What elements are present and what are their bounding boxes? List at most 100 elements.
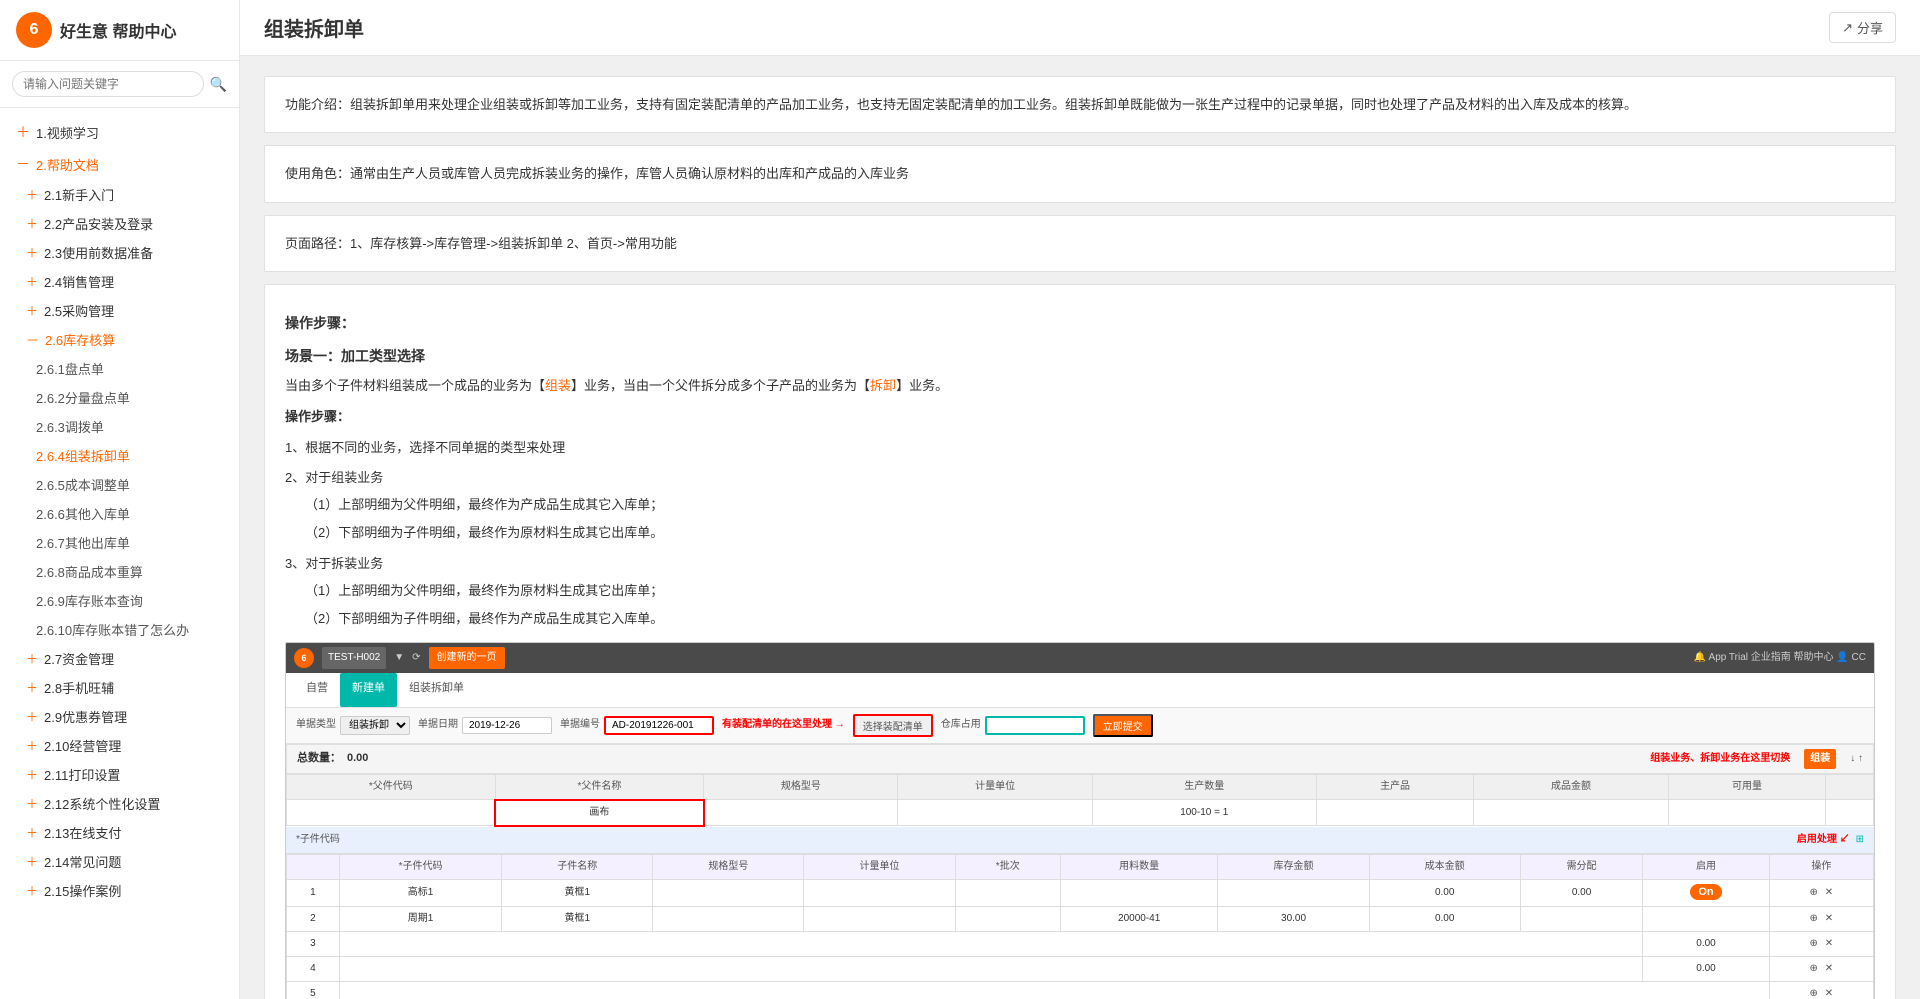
- sidebar: 6 好生意 帮助中心 🔍 ＋ 1.视频学习 － 2.帮助文档 ＋ 2.1新手入门…: [0, 0, 240, 999]
- inner-sub-td-code: 周期1: [339, 906, 501, 931]
- sidebar-item-2-11[interactable]: ＋ 2.11打印设置: [0, 760, 239, 789]
- inner-sub-count: *子件代码: [296, 831, 340, 849]
- sidebar-leaf-2-6-6[interactable]: 2.6.6其他入库单: [0, 499, 239, 528]
- inner-sub-th-ops: 操作: [1769, 854, 1873, 879]
- delete-icon[interactable]: ✕: [1825, 988, 1833, 999]
- sidebar-leaf-2-6-9[interactable]: 2.6.9库存账本查询: [0, 586, 239, 615]
- inner-td-name[interactable]: 画布: [495, 800, 704, 826]
- plus-icon: ＋: [26, 273, 38, 290]
- inner-sub-td-spec: [653, 879, 804, 906]
- sidebar-item-2-5[interactable]: ＋ 2.5采购管理: [0, 296, 239, 325]
- inner-nav: 自营 新建单 组装拆卸单: [286, 673, 1874, 708]
- copy-icon[interactable]: ⊕: [1810, 938, 1818, 949]
- copy-icon[interactable]: ⊕: [1810, 988, 1818, 999]
- sidebar-item-2-10[interactable]: ＋ 2.10经营管理: [0, 731, 239, 760]
- inner-th-amount: 成品金额: [1474, 774, 1668, 800]
- inner-section-ops: ↓ ↑: [1850, 750, 1863, 768]
- sidebar-item-video[interactable]: ＋ 1.视频学习: [0, 116, 239, 148]
- delete-icon[interactable]: ✕: [1825, 913, 1833, 924]
- sidebar-nav: ＋ 1.视频学习 － 2.帮助文档 ＋ 2.1新手入门 ＋ 2.2产品安装及登录…: [0, 108, 239, 999]
- sidebar-item-help-docs[interactable]: － 2.帮助文档: [0, 148, 239, 180]
- sidebar-item-2-15[interactable]: ＋ 2.15操作案例: [0, 876, 239, 905]
- inner-doc-type-select[interactable]: 组装拆卸: [340, 716, 410, 735]
- role-text: 使用角色：通常由生产人员或库管人员完成拆装业务的操作，库管人员确认原材料的出库和…: [285, 166, 909, 181]
- inner-td-available: [1668, 800, 1826, 826]
- inner-sub-td-spec: [653, 906, 804, 931]
- inner-th-code: *父件代码: [287, 774, 496, 800]
- ops-steps-title2: 操作步骤：: [285, 405, 1875, 428]
- sidebar-leaf-2-6-5[interactable]: 2.6.5成本调整单: [0, 470, 239, 499]
- inner-app-new-btn[interactable]: 创建新的一页: [429, 647, 505, 669]
- page-title: 组装拆卸单: [264, 13, 364, 42]
- delete-icon[interactable]: ✕: [1825, 938, 1833, 949]
- sidebar-item-label: 2.2产品安装及登录: [44, 214, 153, 233]
- inner-date-input[interactable]: [462, 717, 552, 734]
- sidebar-item-2-9[interactable]: ＋ 2.9优惠券管理: [0, 702, 239, 731]
- inner-tab-new[interactable]: 新建单: [340, 673, 397, 707]
- inner-docno-input[interactable]: [604, 716, 714, 735]
- step2-1: （1）上部明细为父件明细，最终作为产成品生成其它入库单；: [285, 493, 1875, 516]
- inner-sub-td-enable: On: [1643, 879, 1769, 906]
- inner-sub-td-qty: [1060, 879, 1218, 906]
- sidebar-item-2-1[interactable]: ＋ 2.1新手入门: [0, 180, 239, 209]
- table-row: 1 高标1 黄框1 0.00 0.00: [287, 879, 1874, 906]
- inner-tab-home[interactable]: 自营: [294, 673, 340, 707]
- inner-sub-th-cost: 成本金额: [1369, 854, 1520, 879]
- inner-upper-table: *父件代码 *父件名称 规格型号 计量单位 生产数量 主产品 成品金额 可用量: [286, 774, 1874, 827]
- sidebar-leaf-2-6-4[interactable]: 2.6.4组装拆卸单: [0, 441, 239, 470]
- inner-assembly-btn[interactable]: 选择装配清单: [853, 714, 933, 737]
- delete-icon[interactable]: ✕: [1825, 887, 1833, 898]
- inner-sub-td-code: 高标1: [339, 879, 501, 906]
- share-icon: ↗: [1842, 20, 1853, 36]
- step2: 2、对于组装业务: [285, 466, 1875, 489]
- step2-2: （2）下部明细为子件明细，最终作为原材料生成其它出库单。: [285, 521, 1875, 544]
- inner-submit-btn[interactable]: 立即提交: [1093, 714, 1153, 737]
- search-icon[interactable]: 🔍: [210, 76, 227, 93]
- inner-td-spec: [704, 800, 898, 826]
- sidebar-item-label: 2.15操作案例: [44, 881, 121, 900]
- inner-status-input[interactable]: [985, 716, 1085, 735]
- inner-th-qty: 生产数量: [1092, 774, 1316, 800]
- sidebar-item-2-4[interactable]: ＋ 2.4销售管理: [0, 267, 239, 296]
- plus-icon: ＋: [26, 186, 38, 203]
- sidebar-item-2-14[interactable]: ＋ 2.14常见问题: [0, 847, 239, 876]
- sidebar-item-2-3[interactable]: ＋ 2.3使用前数据准备: [0, 238, 239, 267]
- sidebar-leaf-2-6-1[interactable]: 2.6.1盘点单: [0, 354, 239, 383]
- inner-sub-td-qty: 20000-41: [1060, 906, 1218, 931]
- sidebar-item-2-13[interactable]: ＋ 2.13在线支付: [0, 818, 239, 847]
- sidebar-item-2-8[interactable]: ＋ 2.8手机旺辅: [0, 673, 239, 702]
- inner-app-refresh: ⟳: [412, 649, 420, 667]
- copy-icon[interactable]: ⊕: [1810, 887, 1818, 898]
- sidebar-leaf-2-6-8[interactable]: 2.6.8商品成本重算: [0, 557, 239, 586]
- intro-card: 功能介绍：组装拆卸单用来处理企业组装或拆卸等加工业务，支持有固定装配清单的产品加…: [264, 76, 1896, 133]
- inner-app-dropdown: ▼: [394, 649, 404, 667]
- copy-icon[interactable]: ⊕: [1810, 913, 1818, 924]
- plus-icon: ＋: [26, 737, 38, 754]
- sidebar-item-label: 2.6库存核算: [45, 330, 115, 349]
- sidebar-leaf-2-6-10[interactable]: 2.6.10库存账本错了怎么办: [0, 615, 239, 644]
- inner-assembly-group: 有装配清单的在这里处理 →: [722, 716, 845, 734]
- sidebar-leaf-2-6-3[interactable]: 2.6.3调拨单: [0, 412, 239, 441]
- inner-tab-doc[interactable]: 组装拆卸单: [397, 673, 476, 707]
- step3-2: （2）下部明细为子件明细，最终作为产成品生成其它入库单。: [285, 607, 1875, 630]
- sidebar-item-2-12[interactable]: ＋ 2.12系统个性化设置: [0, 789, 239, 818]
- inner-sub-td-ops: ⊕ ✕: [1769, 879, 1873, 906]
- inner-type-toggle[interactable]: 组装: [1804, 749, 1836, 769]
- share-button[interactable]: ↗ 分享: [1829, 12, 1896, 43]
- scene1-title: 场景一：加工类型选择: [285, 344, 1875, 369]
- delete-icon[interactable]: ✕: [1825, 963, 1833, 974]
- inner-sub-td-name: 黄框1: [502, 879, 653, 906]
- inner-sub-td-empty: [339, 981, 1769, 999]
- on-badge[interactable]: On: [1690, 884, 1721, 900]
- inner-td-amount: [1474, 800, 1668, 826]
- search-input[interactable]: [12, 71, 204, 97]
- copy-icon[interactable]: ⊕: [1810, 963, 1818, 974]
- sidebar-item-2-2[interactable]: ＋ 2.2产品安装及登录: [0, 209, 239, 238]
- inner-sub-td-dist: [1520, 906, 1643, 931]
- sidebar-item-2-6[interactable]: － 2.6库存核算: [0, 325, 239, 354]
- sidebar-item-2-7[interactable]: ＋ 2.7资金管理: [0, 644, 239, 673]
- inner-sub-th-stock: 库存金额: [1218, 854, 1369, 879]
- sidebar-leaf-2-6-2[interactable]: 2.6.2分量盘点单: [0, 383, 239, 412]
- inner-sub-td-ops: ⊕ ✕: [1769, 906, 1873, 931]
- sidebar-leaf-2-6-7[interactable]: 2.6.7其他出库单: [0, 528, 239, 557]
